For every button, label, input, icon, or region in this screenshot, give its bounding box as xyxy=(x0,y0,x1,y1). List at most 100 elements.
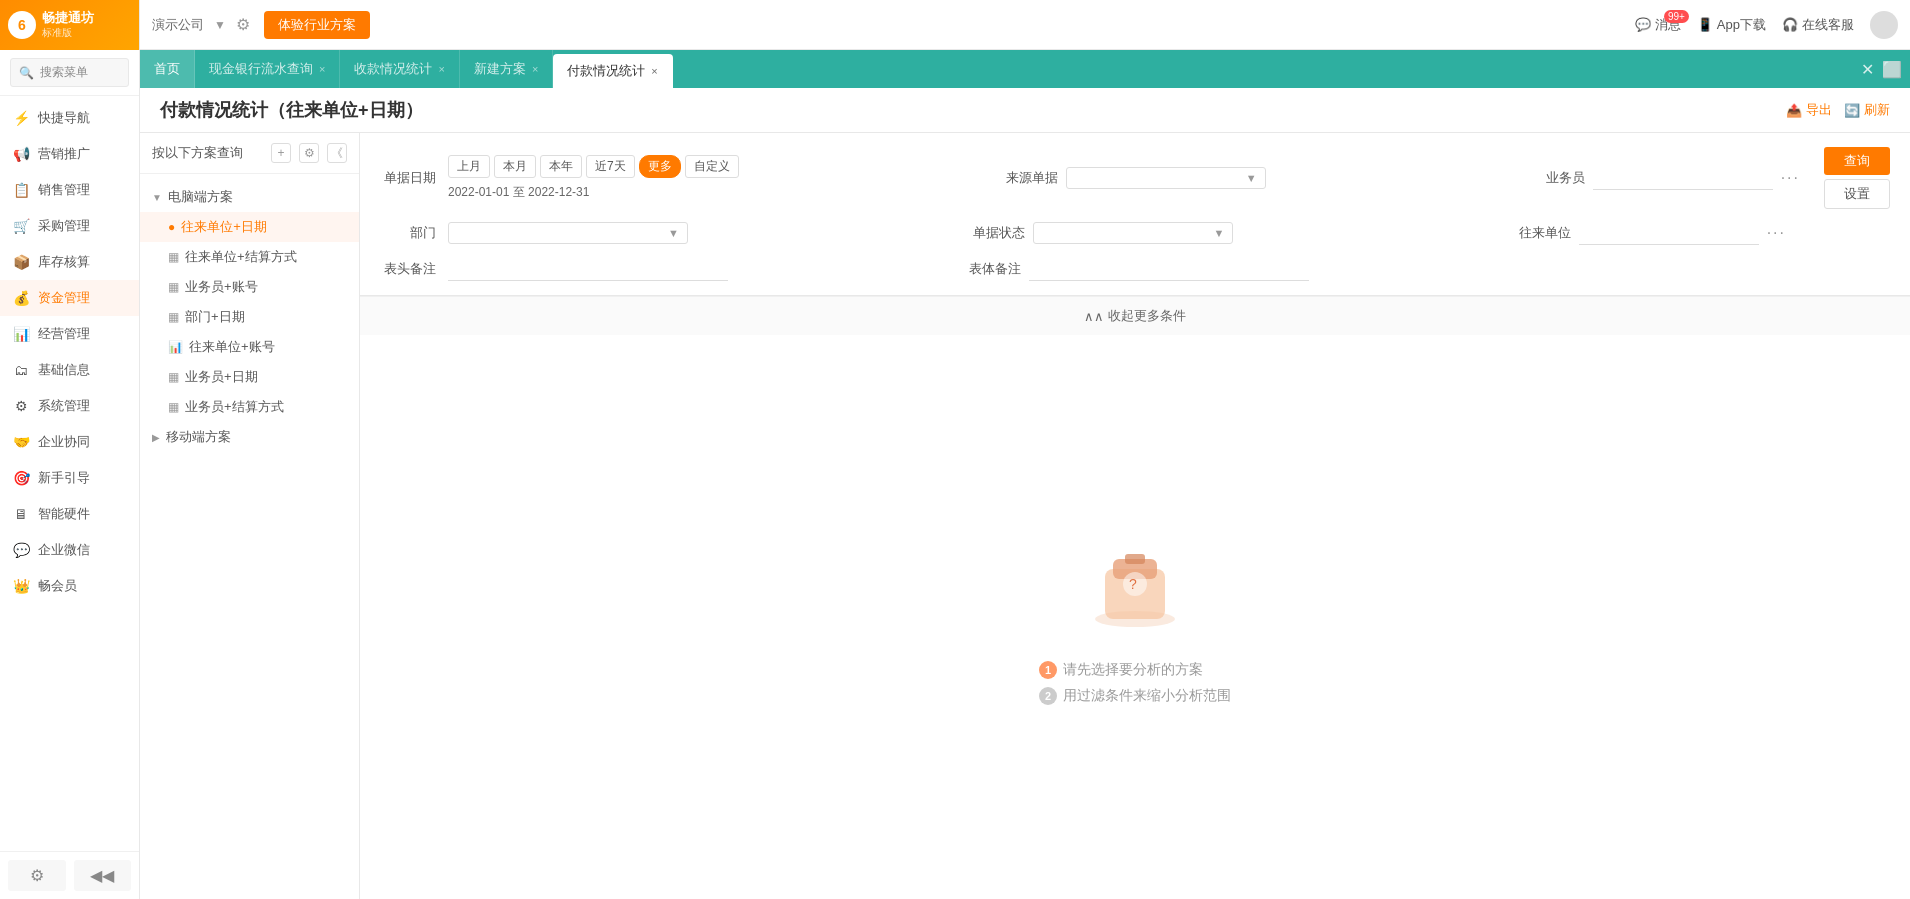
tab-label-home: 首页 xyxy=(154,60,180,78)
refresh-button[interactable]: 🔄 刷新 xyxy=(1844,101,1890,119)
unit-input[interactable] xyxy=(1579,221,1759,245)
tree-item-dept-date[interactable]: ▦部门+日期 xyxy=(140,302,359,332)
company-dropdown-arrow[interactable]: ▼ xyxy=(214,18,226,32)
sidebar-settings-button[interactable]: ⚙ xyxy=(8,860,66,891)
purchase-icon: 🛒 xyxy=(12,217,30,235)
sidebar-item-quick-nav[interactable]: ⚡快捷导航 xyxy=(0,100,139,136)
sidebar-item-purchase[interactable]: 🛒采购管理 xyxy=(0,208,139,244)
query-button[interactable]: 查询 xyxy=(1824,147,1890,175)
app-download-button[interactable]: 📱 App下载 xyxy=(1697,16,1766,34)
tab-maximize-button[interactable]: ⬜ xyxy=(1882,60,1902,79)
sidebar-collapse-button[interactable]: ◀◀ xyxy=(74,860,132,891)
sidebar-item-system[interactable]: ⚙系统管理 xyxy=(0,388,139,424)
sidebar-item-enterprise[interactable]: 🤝企业协同 xyxy=(0,424,139,460)
basic-icon: 🗂 xyxy=(12,361,30,379)
sidebar-item-finance[interactable]: 💰资金管理 xyxy=(0,280,139,316)
sidebar-item-marketing[interactable]: 📢营销推广 xyxy=(0,136,139,172)
doc-status-arrow: ▼ xyxy=(1213,227,1224,239)
staff-input[interactable] xyxy=(1593,166,1773,190)
message-icon: 💬 xyxy=(1635,17,1651,32)
tab-payment-stats[interactable]: 付款情况统计× xyxy=(553,54,672,88)
message-button[interactable]: 💬 消息 99+ xyxy=(1635,16,1681,34)
tab-bar-actions: ✕⬜ xyxy=(1853,50,1910,88)
filter-row-3: 表头备注 表体备注 xyxy=(380,257,1890,281)
inventory-label: 库存核算 xyxy=(38,253,90,271)
source-label: 来源单据 xyxy=(1002,169,1058,187)
tab-receipt-stats[interactable]: 收款情况统计× xyxy=(340,50,459,88)
tab-close-new-plan[interactable]: × xyxy=(532,63,538,75)
sidebar-item-basic[interactable]: 🗂基础信息 xyxy=(0,352,139,388)
export-button[interactable]: 📤 导出 xyxy=(1786,101,1832,119)
source-select[interactable]: ▼ xyxy=(1066,167,1266,189)
header-note-input[interactable] xyxy=(448,257,728,281)
online-service-button[interactable]: 🎧 在线客服 xyxy=(1782,16,1854,34)
header-settings-icon[interactable]: ⚙ xyxy=(236,15,250,34)
source-select-arrow: ▼ xyxy=(1246,172,1257,184)
tree-item-label-staff-date: 业务员+日期 xyxy=(185,368,258,386)
header-note-label: 表头备注 xyxy=(380,260,436,278)
tree-item-staff-settle[interactable]: ▦业务员+结算方式 xyxy=(140,392,359,422)
unit-ellipsis[interactable]: ··· xyxy=(1767,224,1786,242)
tab-home[interactable]: 首页 xyxy=(140,50,195,88)
staff-ellipsis[interactable]: ··· xyxy=(1781,169,1800,187)
sidebar-search-area: 🔍 搜索菜单 xyxy=(0,50,139,96)
tab-close-all-button[interactable]: ✕ xyxy=(1861,60,1874,79)
newbie-label: 新手引导 xyxy=(38,469,90,487)
user-avatar[interactable] xyxy=(1870,11,1898,39)
sales-icon: 📋 xyxy=(12,181,30,199)
hardware-icon: 🖥 xyxy=(12,505,30,523)
collapse-more-button[interactable]: ∧∧ 收起更多条件 xyxy=(360,296,1910,335)
sidebar-nav: ⚡快捷导航📢营销推广📋销售管理🛒采购管理📦库存核算💰资金管理📊经营管理🗂基础信息… xyxy=(0,96,139,851)
tree-item-staff-date[interactable]: ▦业务员+日期 xyxy=(140,362,359,392)
sidebar-item-inventory[interactable]: 📦库存核算 xyxy=(0,244,139,280)
app-icon: 📱 xyxy=(1697,17,1713,32)
tab-close-bank[interactable]: × xyxy=(319,63,325,75)
sidebar-item-sales[interactable]: 📋销售管理 xyxy=(0,172,139,208)
scheme-settings-button[interactable]: ⚙ xyxy=(299,143,319,163)
doc-status-select[interactable]: ▼ xyxy=(1033,222,1233,244)
date-btn-自定义[interactable]: 自定义 xyxy=(685,155,739,178)
message-badge: 99+ xyxy=(1664,10,1689,23)
tree-item-icon-unit-settle: ▦ xyxy=(168,250,179,264)
tree-item-staff-account[interactable]: ▦业务员+账号 xyxy=(140,272,359,302)
tab-close-payment-stats[interactable]: × xyxy=(651,65,657,77)
filter-settings-button[interactable]: 设置 xyxy=(1824,179,1890,209)
tab-bank[interactable]: 现金银行流水查询× xyxy=(195,50,340,88)
tree-group-电脑端方案: ▼电脑端方案●往来单位+日期▦往来单位+结算方式▦业务员+账号▦部门+日期📊往来… xyxy=(140,182,359,422)
trial-button[interactable]: 体验行业方案 xyxy=(264,11,370,39)
finance-icon: 💰 xyxy=(12,289,30,307)
tree-item-unit-settle[interactable]: ▦往来单位+结算方式 xyxy=(140,242,359,272)
right-panel: 单据日期 上月本月本年近7天更多自定义 2022-01-01 至 2022-12… xyxy=(360,133,1910,899)
doc-status-col: 单据状态 ▼ xyxy=(969,222,1233,244)
tree-group-header-电脑端方案[interactable]: ▼电脑端方案 xyxy=(140,182,359,212)
sidebar-item-member[interactable]: 👑畅会员 xyxy=(0,568,139,604)
tab-new-plan[interactable]: 新建方案× xyxy=(460,50,553,88)
tree-item-unit-account[interactable]: 📊往来单位+账号 xyxy=(140,332,359,362)
sidebar-item-hardware[interactable]: 🖥智能硬件 xyxy=(0,496,139,532)
date-btn-近7天[interactable]: 近7天 xyxy=(586,155,635,178)
tab-close-receipt-stats[interactable]: × xyxy=(438,63,444,75)
search-menu-button[interactable]: 🔍 搜索菜单 xyxy=(10,58,129,87)
sidebar-item-operation[interactable]: 📊经营管理 xyxy=(0,316,139,352)
dept-select[interactable]: ▼ xyxy=(448,222,688,244)
tree-group-label: 移动端方案 xyxy=(166,428,231,446)
quick-nav-label: 快捷导航 xyxy=(38,109,90,127)
date-btn-本月[interactable]: 本月 xyxy=(494,155,536,178)
unit-label: 往来单位 xyxy=(1515,224,1571,242)
sidebar-item-wechat[interactable]: 💬企业微信 xyxy=(0,532,139,568)
date-btn-更多[interactable]: 更多 xyxy=(639,155,681,178)
tree-group-header-移动端方案[interactable]: ▶移动端方案 xyxy=(140,422,359,452)
operation-icon: 📊 xyxy=(12,325,30,343)
hint-num-2: 2 xyxy=(1039,687,1057,705)
sidebar-item-newbie[interactable]: 🎯新手引导 xyxy=(0,460,139,496)
add-scheme-button[interactable]: + xyxy=(271,143,291,163)
empty-state: ? 1 请先选择要分析的方案 2 用过滤条件来缩小分析范围 xyxy=(360,335,1910,899)
date-btn-上月[interactable]: 上月 xyxy=(448,155,490,178)
export-label: 导出 xyxy=(1806,101,1832,119)
tree-item-label-staff-settle: 业务员+结算方式 xyxy=(185,398,284,416)
body-note-input[interactable] xyxy=(1029,257,1309,281)
collapse-panel-button[interactable]: 《 xyxy=(327,143,347,163)
tab-bar: 首页现金银行流水查询×收款情况统计×新建方案×付款情况统计×✕⬜ xyxy=(140,50,1910,88)
tree-item-unit-date[interactable]: ●往来单位+日期 xyxy=(140,212,359,242)
date-btn-本年[interactable]: 本年 xyxy=(540,155,582,178)
